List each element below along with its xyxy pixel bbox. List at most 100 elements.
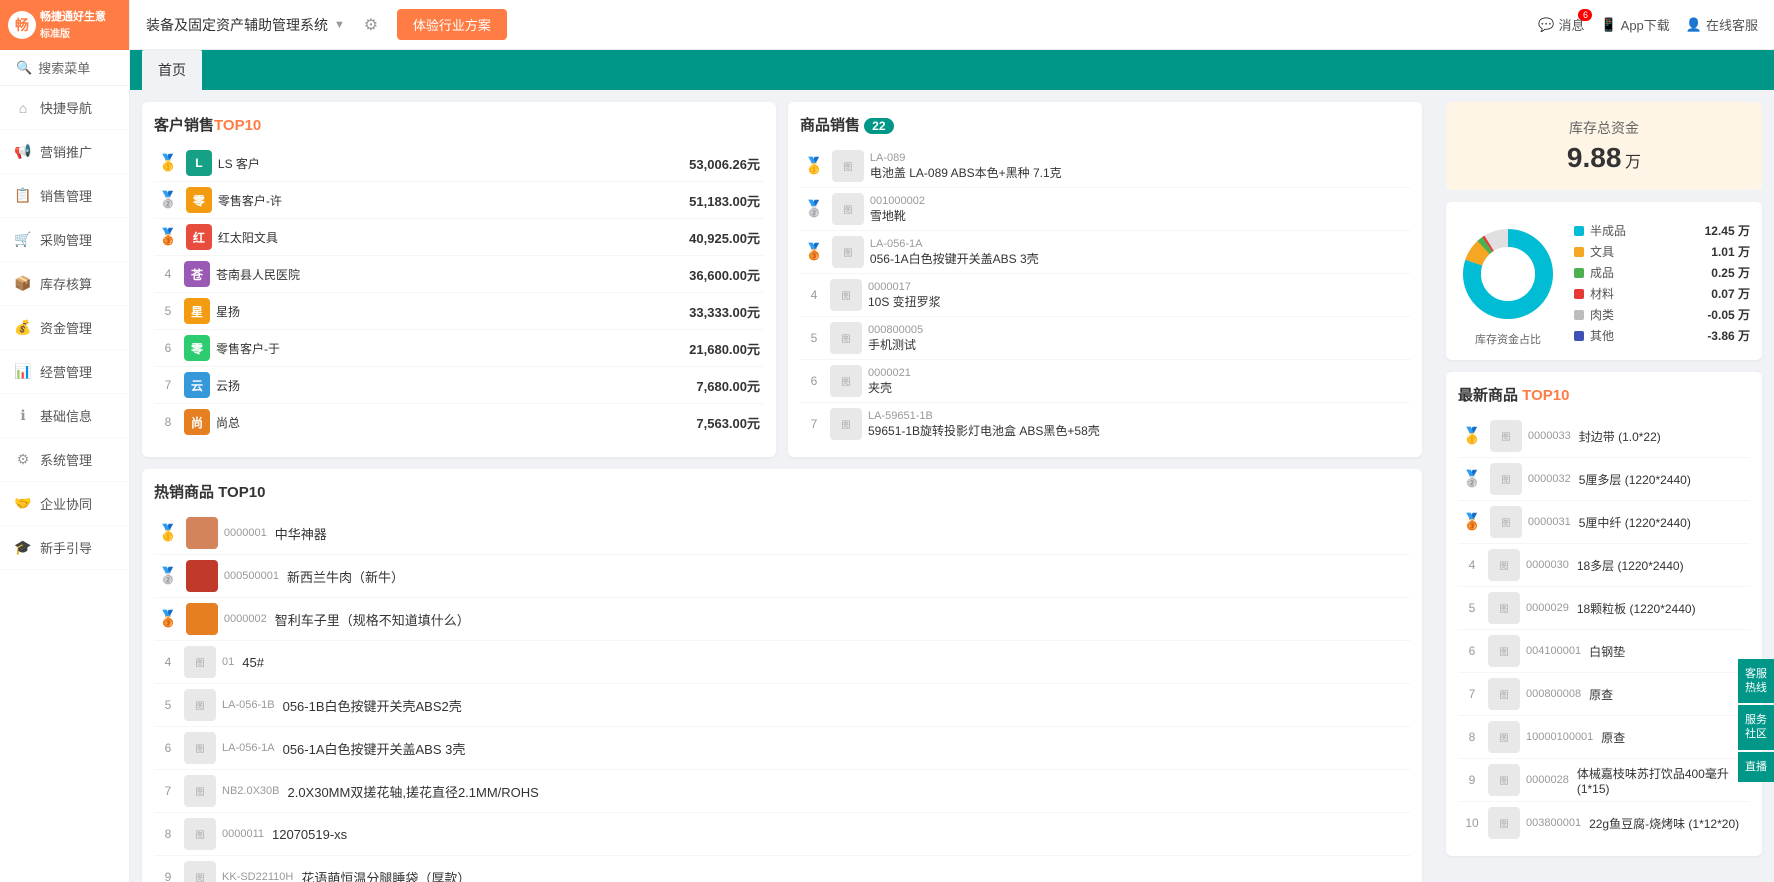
messages-btn[interactable]: 💬 消息 6 [1538,15,1584,34]
sales-icon: 📋 [14,187,32,205]
mobile-icon: 📱 [1600,17,1616,33]
prod-info-3: LA-056-1A 056-1A白色按键开关盖ABS 3壳 [870,238,1406,267]
sidebar-item-system[interactable]: ⚙ 系统管理 [0,438,129,482]
topbar-right: 💬 消息 6 📱 App下载 👤 在线客服 [1538,15,1758,34]
customer-value-3: 40,925.00元 [689,228,760,247]
product-count-badge: 22 [864,118,893,134]
sidebar-item-purchase[interactable]: 🛒 采购管理 [0,218,129,262]
customer-avatar-6: 零 [184,335,210,361]
hot-name-4: 45# [242,655,264,670]
prod-name-5: 手机测试 [868,336,1406,353]
nav-label-quick: 快捷导航 [40,98,92,117]
prod-name-7: 59651-1B旋转投影灯电池盒 ABS黑色+58壳 [868,422,1406,439]
hot-thumb-2 [186,560,218,592]
customer-rank-row-6: 6 零 零售客户-于 21,680.00元 [154,330,764,367]
sidebar-item-quick-nav[interactable]: ⌂ 快捷导航 [0,86,129,130]
nav-label-marketing: 营销推广 [40,142,92,161]
hot-prod-row-7: 7 图 NB2.0X30B 2.0X30MM双搓花轴,搓花直径2.1MM/ROH… [154,770,1410,813]
inventory-value-area: 9.88 万 [1462,142,1746,174]
hot-code-3: 0000002 [224,613,267,625]
sidebar-item-basic-info[interactable]: ℹ 基础信息 [0,394,129,438]
latest-code-4: 0000030 [1526,559,1569,571]
legend-dot-stationery [1574,247,1584,257]
latest-name-4: 18多层 (1220*2440) [1577,557,1684,574]
sidebar-item-newbie[interactable]: 🎓 新手引导 [0,526,129,570]
latest-silver-2: 🥈 [1462,469,1482,489]
legend-item-semifinished: 半成品 12.45 万 [1574,222,1750,239]
sidebar-item-enterprise[interactable]: 🤝 企业协同 [0,482,129,526]
inventory-unit: 万 [1625,154,1641,171]
legend-name-stationery: 文具 [1590,243,1711,260]
inventory-total-card: 库存总资金 9.88 万 [1446,102,1762,190]
tab-home-label: 首页 [158,60,186,80]
logo-app-name: 畅捷通好生意 [40,10,106,24]
sidebar-item-operations[interactable]: 📊 经营管理 [0,350,129,394]
prod-info-4: 0000017 10S 变扭罗浆 [868,281,1406,310]
logo-text-area: 畅捷通好生意 标准版 [40,10,106,39]
legend-val-material: 0.07 万 [1711,285,1750,302]
sidebar-item-marketing[interactable]: 📢 营销推广 [0,130,129,174]
topbar-title: 装备及固定资产辅助管理系统 [146,15,328,35]
latest-code-2: 0000032 [1528,473,1571,485]
app-download-label: App下载 [1621,15,1670,34]
customer-value-2: 51,183.00元 [689,191,760,210]
nav-label-system: 系统管理 [40,450,92,469]
hot-prod-row-4: 4 图 01 45# [154,641,1410,684]
nav-label-purchase: 采购管理 [40,230,92,249]
customer-rank-row-5: 5 星 星扬 33,333.00元 [154,293,764,330]
hot-prod-row-1: 🥇 0000001 中华神器 [154,512,1410,555]
sidebar-item-inventory[interactable]: 📦 库存核算 [0,262,129,306]
customer-value-6: 21,680.00元 [689,339,760,358]
latest-products-table: 🥇 图 0000033 封边带 (1.0*22) 🥈 图 0000032 5厘多… [1458,415,1750,844]
right-panel: 库存总资金 9.88 万 [1434,90,1774,882]
customer-avatar-7: 云 [184,372,210,398]
legend-dot-semifinished [1574,226,1584,236]
home-icon: ⌂ [14,99,32,117]
latest-name-2: 5厘多层 (1220*2440) [1579,471,1691,488]
customer-ranking-card: 客户销售TOP10 🥇 L LS 客户 53,006.26元 🥈 零 零售客 [142,102,776,457]
legend-name-finished: 成品 [1590,264,1711,281]
message-icon: 💬 [1538,17,1554,33]
latest-code-6: 004100001 [1526,645,1581,657]
legend-name-semifinished: 半成品 [1590,222,1705,239]
prod-code-1: LA-089 [870,152,1406,164]
latest-top10-label: TOP10 [1522,387,1569,404]
prod-rank-4: 4 [804,288,824,302]
live-btn[interactable]: 直播 [1738,752,1774,782]
sidebar-search[interactable]: 🔍 搜索菜单 [0,50,129,86]
customer-rank-num-4: 4 [158,267,178,281]
customer-service-btn[interactable]: 客服热线 [1738,659,1774,704]
latest-code-10: 003800001 [1526,817,1581,829]
online-service-btn[interactable]: 👤 在线客服 [1686,15,1758,34]
latest-gold-1: 🥇 [1462,426,1482,446]
experience-btn[interactable]: 体验行业方案 [397,9,507,40]
community-btn[interactable]: 服务社区 [1738,705,1774,750]
hot-rank-4: 4 [158,655,178,669]
latest-thumb-9: 图 [1488,764,1520,796]
hot-prod-row-8: 8 图 0000011 12070519-xs [154,813,1410,856]
customer-rank-row-8: 8 尚 尚总 7,563.00元 [154,404,764,440]
settings-gear-icon[interactable]: ⚙ [357,11,385,39]
hot-prod-row-6: 6 图 LA-056-1A 056-1A白色按键开关盖ABS 3壳 [154,727,1410,770]
latest-rank-6: 6 [1462,644,1482,658]
tab-home[interactable]: 首页 [142,50,202,90]
system-icon: ⚙ [14,451,32,469]
customer-avatar-1: L [186,150,212,176]
sidebar-item-sales[interactable]: 📋 销售管理 [0,174,129,218]
hot-name-3: 智利车子里（规格不知道填什么） [275,610,470,629]
main-area: 装备及固定资产辅助管理系统 ▼ ⚙ 体验行业方案 💬 消息 6 📱 App下载 … [130,0,1774,882]
latest-code-1: 0000033 [1528,430,1571,442]
prod-thumb-4: 图 [830,279,862,311]
prod-info-2: 001000002 雪地靴 [870,195,1406,224]
hot-prod-row-2: 🥈 000500001 新西兰牛肉（新牛） [154,555,1410,598]
sidebar-item-finance[interactable]: 💰 资金管理 [0,306,129,350]
dropdown-icon[interactable]: ▼ [334,19,345,31]
latest-row-3: 🥉 图 0000031 5厘中纤 (1220*2440) [1458,501,1750,544]
customer-value-5: 33,333.00元 [689,302,760,321]
app-download-btn[interactable]: 📱 App下载 [1600,15,1669,34]
legend-dot-other [1574,331,1584,341]
legend-item-meat: 肉类 -0.05 万 [1574,306,1750,323]
latest-thumb-10: 图 [1488,807,1520,839]
customer-rank-row-3: 🥉 红 红太阳文具 40,925.00元 [154,219,764,256]
top-two-col: 客户销售TOP10 🥇 L LS 客户 53,006.26元 🥈 零 零售客 [142,102,1422,457]
